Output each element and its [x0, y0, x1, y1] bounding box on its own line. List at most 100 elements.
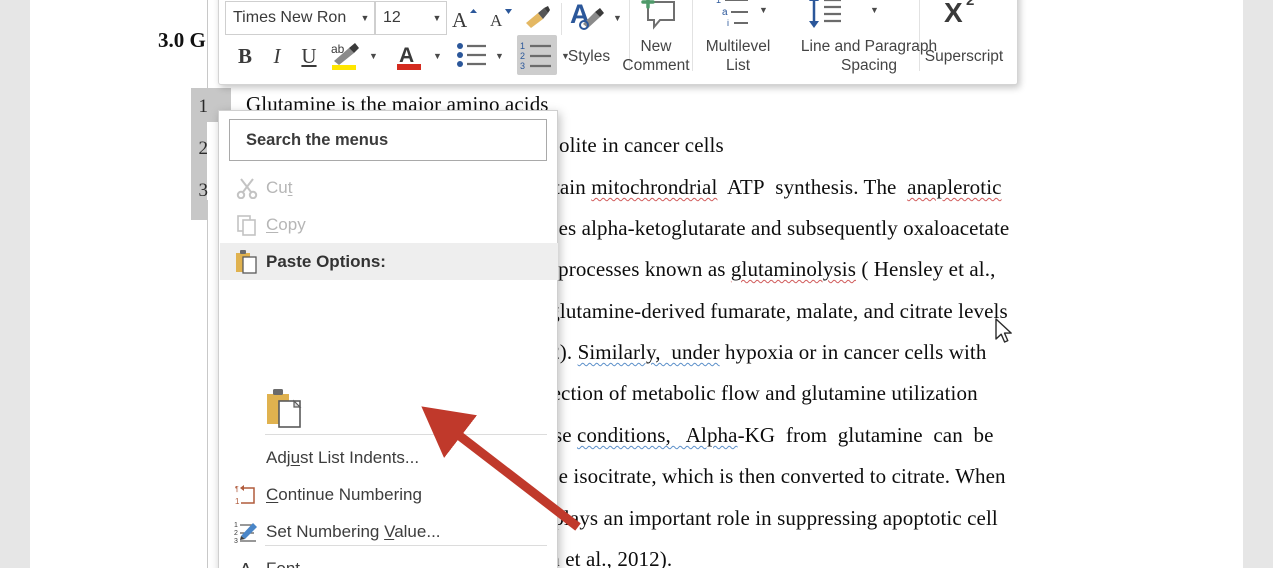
column-rule-bottom — [207, 200, 208, 568]
document-body-line: d, glutamine-derived fumarate, malate, a… — [528, 299, 1008, 323]
underline-button[interactable]: U — [293, 39, 325, 73]
highlight-chevron-down-icon[interactable]: ▼ — [369, 51, 378, 61]
svg-text:1: 1 — [235, 497, 240, 506]
document-body-line: direction of metabolic flow and glutamin… — [528, 381, 978, 405]
toolbar-separator — [561, 3, 562, 35]
italic-label: I — [273, 43, 281, 68]
menu-item-label: Set Numbering Value... — [266, 521, 441, 541]
mouse-cursor — [995, 318, 1012, 343]
misspelled-word: glutaminolysis — [730, 257, 856, 281]
paste-keep-source-formatting-button[interactable] — [265, 386, 325, 431]
clipboard-icon — [230, 249, 264, 274]
line-spacing-icon — [809, 0, 841, 28]
menu-item-label: Paste Options: — [266, 251, 386, 271]
menu-item-cut[interactable]: Cut — [220, 169, 558, 206]
multilevel-list-chevron-down-icon[interactable]: ▼ — [759, 5, 768, 15]
svg-text:2: 2 — [234, 530, 238, 537]
font-color-chevron-down-icon[interactable]: ▼ — [433, 51, 442, 61]
line-spacing-chevron-down-icon[interactable]: ▼ — [870, 5, 879, 15]
text-run: cal processes known as — [528, 257, 731, 281]
shrink-font-button[interactable]: A — [483, 1, 519, 35]
copy-icon — [230, 214, 264, 236]
new-comment-icon — [641, 0, 675, 30]
svg-text:1: 1 — [716, 0, 721, 5]
font-name-combobox[interactable]: Times New Ron ▼ — [225, 1, 375, 35]
document-body-line: aintain mitochrondrial ATP synthesis. Th… — [528, 175, 1002, 200]
svg-text:2: 2 — [966, 0, 974, 9]
svg-text:i: i — [727, 18, 729, 28]
text-run: hypoxia or in cancer cells with — [719, 340, 987, 364]
document-body-line: ne plays an important role in suppressin… — [528, 506, 998, 530]
underline-label: U — [301, 43, 317, 68]
list-number: 3 — [198, 180, 209, 201]
highlighter-icon: ab — [331, 42, 359, 70]
list-number: 1 — [198, 96, 209, 117]
bullets-button[interactable] — [453, 37, 491, 73]
new-comment-label: New Comment — [622, 38, 690, 74]
document-body-line: these conditions, Alpha-KG from glutamin… — [528, 423, 994, 448]
svg-text:A: A — [239, 560, 253, 568]
shrink-font-icon: A — [490, 9, 512, 30]
text-run: -KG from glutamine can be — [737, 423, 994, 447]
menu-item-continue-numbering[interactable]: ¶ 1 Continue Numbering — [220, 476, 558, 513]
bold-label: B — [237, 43, 252, 68]
font-a-icon: A — [230, 557, 264, 568]
line-and-paragraph-spacing-button[interactable] — [805, 0, 845, 33]
menu-item-label: Copy — [266, 214, 306, 234]
svg-text:A: A — [452, 8, 468, 31]
misspelled-word: anaplerotic — [907, 175, 1002, 199]
styles-button[interactable]: A — [567, 0, 611, 35]
text-run: ATP synthesis. The — [717, 175, 908, 199]
menu-item-adjust-list-indents[interactable]: Adjust List Indents... — [220, 439, 558, 476]
page-gutter-left — [0, 0, 30, 568]
document-section-heading: 3.0 G — [158, 28, 206, 52]
context-menu[interactable]: Search the menus Cut Copy Paste Options:… — [218, 110, 558, 568]
svg-text:X: X — [944, 0, 963, 28]
misspelled-word: mitochrondrial — [591, 175, 718, 199]
superscript-button[interactable]: X 2 — [934, 0, 988, 31]
italic-button[interactable]: I — [261, 39, 293, 73]
multilevel-list-button[interactable]: 1 a i — [714, 0, 754, 33]
format-painter-button[interactable] — [519, 1, 555, 35]
styles-chevron-down-icon[interactable]: ▼ — [613, 13, 622, 23]
scissors-icon — [230, 177, 264, 199]
document-heading-line: olite in cancer cells — [559, 133, 724, 157]
menu-separator — [265, 545, 547, 546]
chevron-down-icon[interactable]: ▼ — [428, 13, 446, 23]
multilevel-list-label: Multilevel List — [705, 38, 771, 74]
grammar-flagged-text: Similarly, under — [577, 340, 720, 364]
menu-item-font[interactable]: A Font... — [220, 550, 558, 568]
document-body-line: duce isocitrate, which is then converted… — [528, 464, 1006, 488]
document-body-line: 012). Similarly, under hypoxia or in can… — [528, 340, 986, 365]
font-color-button[interactable]: A — [391, 37, 429, 75]
document-body-line: cal processes known as glutaminolysis ( … — [528, 257, 995, 282]
menu-item-copy[interactable]: Copy — [220, 206, 558, 243]
text-run: ( Hensley et al., — [856, 257, 996, 281]
font-size-value: 12 — [383, 9, 401, 26]
search-the-menus-input[interactable]: Search the menus — [229, 119, 547, 161]
page-gutter-right — [1243, 0, 1273, 568]
svg-text:a: a — [722, 7, 728, 18]
search-the-menus-text: Search the menus — [246, 130, 389, 149]
grow-font-icon: A — [452, 8, 477, 31]
chevron-down-icon[interactable]: ▼ — [356, 13, 374, 23]
svg-text:A: A — [399, 44, 414, 67]
grammar-flagged-text: conditions, Alpha — [577, 423, 738, 447]
superscript-icon: X 2 — [944, 0, 974, 28]
menu-item-label: Font... — [266, 558, 315, 568]
set-numbering-value-icon: 1 2 3 — [230, 520, 264, 544]
paste-keep-source-formatting-icon — [267, 388, 302, 428]
menu-item-paste-options[interactable]: Paste Options: — [220, 243, 558, 280]
font-color-icon: A — [397, 44, 421, 70]
font-name-value: Times New Ron — [233, 9, 347, 26]
grow-font-button[interactable]: A — [447, 1, 483, 35]
text-highlight-color-button[interactable]: ab — [327, 37, 365, 75]
paintbrush-icon — [526, 6, 550, 28]
font-size-combobox[interactable]: 12 ▼ — [375, 1, 447, 35]
menu-separator — [265, 434, 547, 435]
styles-icon: A — [570, 0, 604, 30]
bullets-chevron-down-icon[interactable]: ▼ — [495, 51, 504, 61]
floating-mini-toolbar[interactable]: Times New Ron ▼ 12 ▼ A A A ▼ 1 a i ▼ ▼ X… — [218, 0, 1018, 85]
new-comment-button[interactable] — [637, 0, 683, 35]
bold-button[interactable]: B — [229, 39, 261, 73]
